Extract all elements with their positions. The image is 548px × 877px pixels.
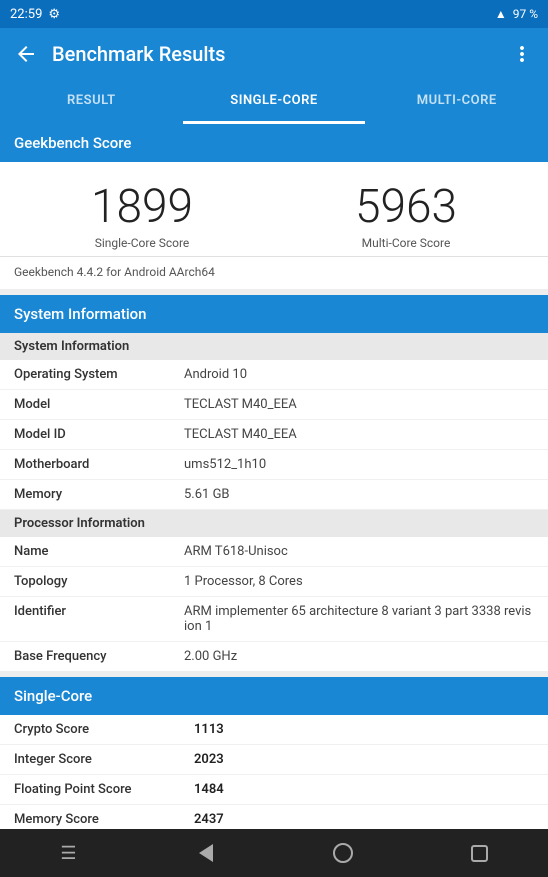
page-title: Benchmark Results <box>44 42 504 66</box>
table-row: Crypto Score 1113 <box>0 715 548 745</box>
wifi-icon: ▲ <box>495 7 507 21</box>
table-row: Topology 1 Processor, 8 Cores <box>0 567 548 597</box>
single-core-label: Single-Core Score <box>10 236 274 250</box>
tab-single-core[interactable]: SINGLE-CORE <box>183 80 366 124</box>
status-time: 22:59 <box>10 7 42 22</box>
tab-result[interactable]: RESULT <box>0 80 183 124</box>
system-info-header: System Information <box>0 295 548 333</box>
multi-core-score-item: 5963 Multi-Core Score <box>274 180 538 250</box>
single-core-number: 1899 <box>10 180 274 234</box>
table-row: Motherboard ums512_1h10 <box>0 450 548 480</box>
recent-icon <box>471 845 488 862</box>
table-row: Memory Score 2437 <box>0 805 548 829</box>
table-row: Model TECLAST M40_EEA <box>0 390 548 420</box>
table-row: Model ID TECLAST M40_EEA <box>0 420 548 450</box>
menu-icon: ☰ <box>60 843 76 864</box>
table-row: Floating Point Score 1484 <box>0 775 548 805</box>
back-icon <box>199 844 213 862</box>
tab-bar: RESULT SINGLE-CORE MULTI-CORE <box>0 80 548 124</box>
nav-home-button[interactable] <box>313 835 373 871</box>
table-row: Memory 5.61 GB <box>0 480 548 510</box>
single-core-score-item: 1899 Single-Core Score <box>10 180 274 250</box>
table-row: Operating System Android 10 <box>0 360 548 390</box>
geekbench-section-header: Geekbench Score <box>0 124 548 162</box>
bottom-nav: ☰ <box>0 829 548 877</box>
system-section-label: System Information <box>0 333 548 360</box>
status-right: ▲ 97 % <box>495 7 538 21</box>
battery-status: 97 % <box>513 7 538 21</box>
single-core-card: Single-Core Crypto Score 1113 Integer Sc… <box>0 677 548 829</box>
status-bar: 22:59 ⚙ ▲ 97 % <box>0 0 548 28</box>
nav-recent-button[interactable] <box>450 835 510 871</box>
table-row: Integer Score 2023 <box>0 745 548 775</box>
single-core-header: Single-Core <box>0 677 548 715</box>
nav-back-button[interactable] <box>176 835 236 871</box>
nav-menu-button[interactable]: ☰ <box>39 835 99 871</box>
processor-section-label: Processor Information <box>0 510 548 537</box>
home-icon <box>333 843 353 863</box>
geekbench-note: Geekbench 4.4.2 for Android AArch64 <box>0 256 548 289</box>
status-left: 22:59 ⚙ <box>10 7 60 22</box>
table-row: Base Frequency 2.00 GHz <box>0 642 548 671</box>
gear-icon: ⚙ <box>48 7 60 22</box>
back-button[interactable] <box>8 36 44 72</box>
multi-core-label: Multi-Core Score <box>274 236 538 250</box>
top-bar: Benchmark Results <box>0 28 548 80</box>
system-info-card: System Information System Information Op… <box>0 295 548 671</box>
multi-core-number: 5963 <box>274 180 538 234</box>
table-row: Name ARM T618-Unisoc <box>0 537 548 567</box>
score-row: 1899 Single-Core Score 5963 Multi-Core S… <box>0 162 548 256</box>
table-row: Identifier ARM implementer 65 architectu… <box>0 597 548 642</box>
tab-multi-core[interactable]: MULTI-CORE <box>365 80 548 124</box>
geekbench-score-card: Geekbench Score 1899 Single-Core Score 5… <box>0 124 548 289</box>
content-area: Geekbench Score 1899 Single-Core Score 5… <box>0 124 548 829</box>
more-button[interactable] <box>504 36 540 72</box>
